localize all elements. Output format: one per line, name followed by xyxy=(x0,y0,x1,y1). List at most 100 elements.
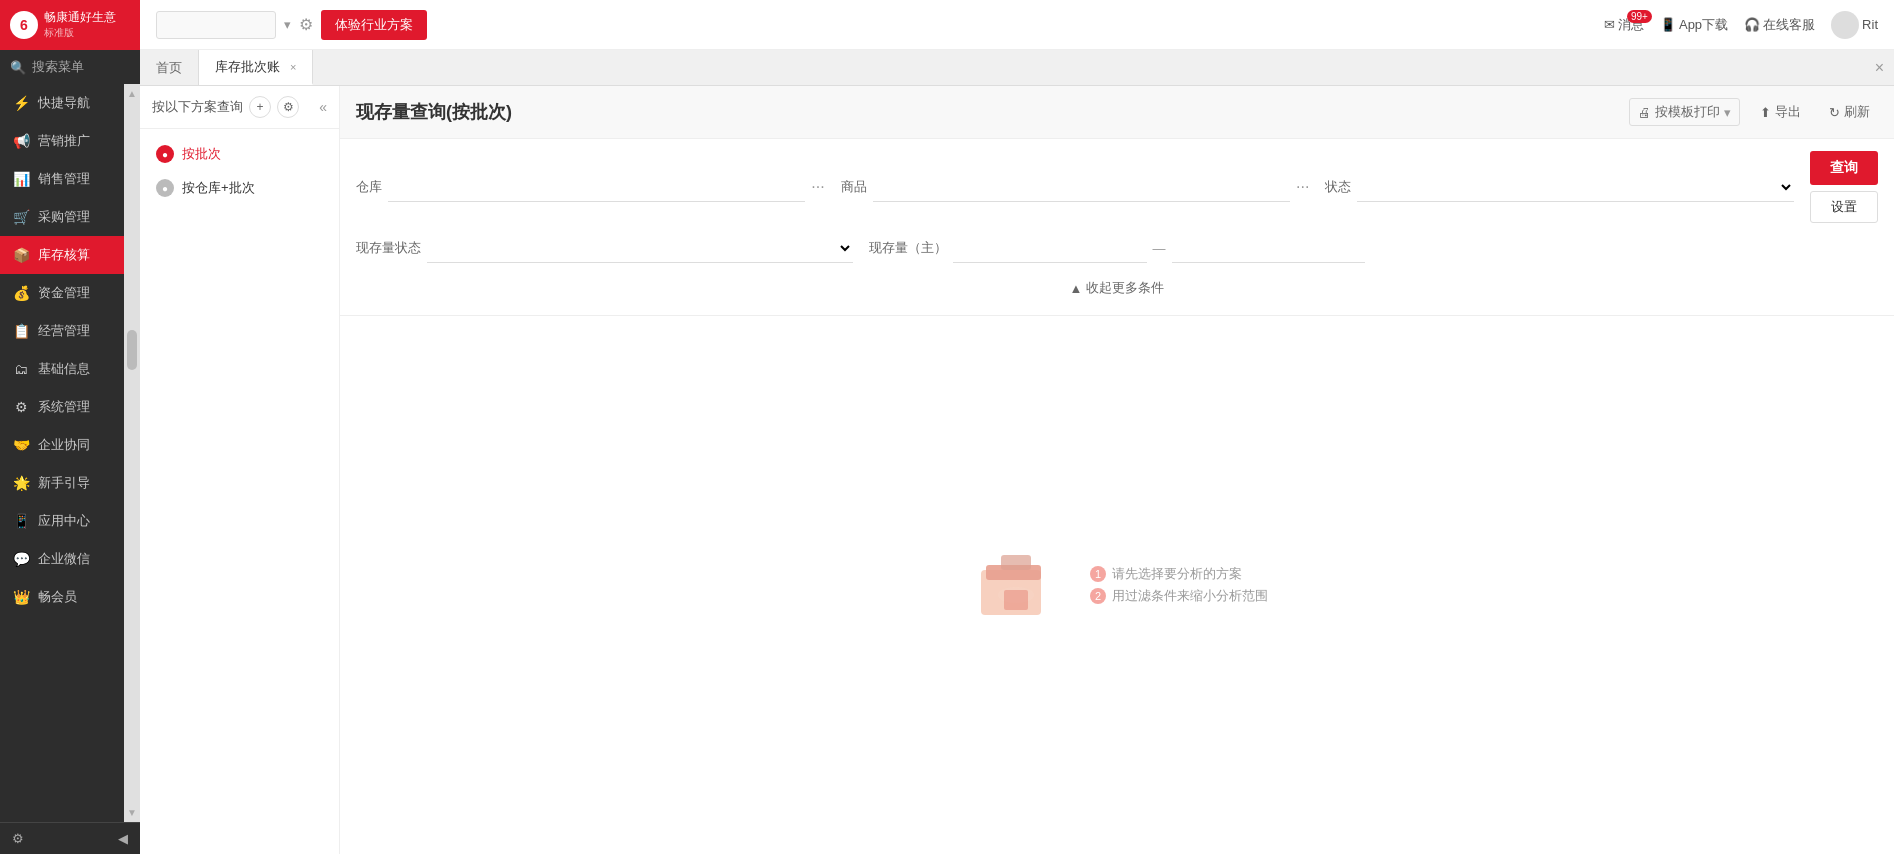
scheme-item-icon-red: ● xyxy=(156,145,174,163)
nav-icon-marketing: 📢 xyxy=(12,132,30,150)
sidebar-scrollbar: ▲ ▼ xyxy=(124,84,140,822)
scroll-down-btn[interactable]: ▼ xyxy=(123,803,140,822)
nav-label-basic: 基础信息 xyxy=(38,360,90,378)
sidebar-footer: ⚙ ◀ xyxy=(0,822,140,854)
panel-close-icon: × xyxy=(1875,59,1884,77)
query-btn[interactable]: 查询 xyxy=(1810,151,1878,185)
nav-label-wechat: 企业微信 xyxy=(38,550,90,568)
brand-name: 畅康通好生意 xyxy=(44,10,116,26)
sidebar: 6 畅康通好生意 标准版 🔍 搜索菜单 ⚡ 快捷导航 📢 营销推广 📊 销售管理… xyxy=(0,0,140,854)
scroll-up-btn[interactable]: ▲ xyxy=(123,84,140,103)
nav-label-inventory: 库存核算 xyxy=(38,246,90,264)
sidebar-item-sales[interactable]: 📊 销售管理 xyxy=(0,160,124,198)
status-select[interactable] xyxy=(1357,172,1794,202)
export-btn[interactable]: ⬆ 导出 xyxy=(1752,99,1809,125)
page-title: 现存量查询(按批次) xyxy=(356,100,1629,124)
nav-icon-wechat: 💬 xyxy=(12,550,30,568)
stock-qty-filter: 现存量（主） — xyxy=(869,233,1366,263)
nav-icon-finance: 💰 xyxy=(12,284,30,302)
sidebar-item-quick-nav[interactable]: ⚡ 快捷导航 xyxy=(0,84,124,122)
sidebar-item-system[interactable]: ⚙ 系统管理 xyxy=(0,388,124,426)
range-dash: — xyxy=(1153,241,1166,256)
topbar-search-input[interactable] xyxy=(156,11,276,39)
phone-icon: 📱 xyxy=(1660,17,1676,32)
sidebar-item-operation[interactable]: 📋 经营管理 xyxy=(0,312,124,350)
stock-qty-max-input[interactable] xyxy=(1172,233,1366,263)
sidebar-item-members[interactable]: 👑 畅会员 xyxy=(0,578,124,616)
refresh-label: 刷新 xyxy=(1844,103,1870,121)
settings-icon[interactable]: ⚙ xyxy=(12,831,24,846)
print-chevron-icon[interactable]: ▾ xyxy=(1724,105,1731,120)
main-area: ▾ ⚙ 体验行业方案 ✉ 消息 99+ 📱 App下载 🎧 在线客服 Rit xyxy=(140,0,1894,854)
scheme-item-by-warehouse-batch[interactable]: ● 按仓库+批次 xyxy=(140,171,339,205)
collapse-panel-btn[interactable]: « xyxy=(319,99,327,115)
sidebar-item-purchase[interactable]: 🛒 采购管理 xyxy=(0,198,124,236)
gear-icon: ⚙ xyxy=(283,100,294,114)
sidebar-search[interactable]: 🔍 搜索菜单 xyxy=(0,50,140,84)
add-icon: + xyxy=(256,100,263,114)
collapse-sidebar-icon[interactable]: ◀ xyxy=(118,831,128,846)
print-btn[interactable]: 🖨 按模板打印 ▾ xyxy=(1629,98,1740,126)
close-panel-btn[interactable]: × xyxy=(1865,50,1894,85)
filter-row-2: 现存量状态 现存量（主） — xyxy=(356,233,1878,263)
status-label: 状态 xyxy=(1325,178,1351,196)
chevron-up-icon: ▲ xyxy=(1070,281,1083,296)
sidebar-item-finance[interactable]: 💰 资金管理 xyxy=(0,274,124,312)
online-service-label: 在线客服 xyxy=(1763,16,1815,34)
nav-icon-system: ⚙ xyxy=(12,398,30,416)
settings-btn[interactable]: 设置 xyxy=(1810,191,1878,223)
content-area: 按以下方案查询 + ⚙ « ● 按批次 ● 按仓库+批次 xyxy=(140,86,1894,854)
warehouse-dots-icon[interactable]: ··· xyxy=(811,178,824,196)
product-dots-icon[interactable]: ··· xyxy=(1296,178,1309,196)
topbar-gear-icon[interactable]: ⚙ xyxy=(299,15,313,34)
tab-close-icon[interactable]: × xyxy=(290,61,296,73)
tab-inventory-batch[interactable]: 库存批次账 × xyxy=(199,50,313,85)
stock-status-select[interactable] xyxy=(427,233,853,263)
empty-illustration xyxy=(966,535,1066,635)
message-btn[interactable]: ✉ 消息 99+ xyxy=(1604,16,1644,34)
trial-btn[interactable]: 体验行业方案 xyxy=(321,10,427,40)
sidebar-header: 6 畅康通好生意 标准版 xyxy=(0,0,140,50)
empty-state: 1 请先选择要分析的方案 2 用过滤条件来缩小分析范围 xyxy=(340,316,1894,854)
refresh-btn[interactable]: ↻ 刷新 xyxy=(1821,99,1878,125)
product-filter: 商品 ··· xyxy=(841,172,1310,202)
sidebar-item-inventory[interactable]: 📦 库存核算 xyxy=(0,236,124,274)
print-icon: 🖨 xyxy=(1638,105,1651,120)
nav-label-marketing: 营销推广 xyxy=(38,132,90,150)
left-panel-header: 按以下方案查询 + ⚙ « xyxy=(140,86,339,129)
topbar: ▾ ⚙ 体验行业方案 ✉ 消息 99+ 📱 App下载 🎧 在线客服 Rit xyxy=(140,0,1894,50)
collapse-more-btn[interactable]: ▲ 收起更多条件 xyxy=(356,273,1878,303)
nav-label-appstore: 应用中心 xyxy=(38,512,90,530)
scheme-item-by-batch[interactable]: ● 按批次 xyxy=(140,137,339,171)
sidebar-item-basic[interactable]: 🗂 基础信息 xyxy=(0,350,124,388)
sidebar-item-appstore[interactable]: 📱 应用中心 xyxy=(0,502,124,540)
user-profile[interactable]: Rit xyxy=(1831,11,1878,39)
warehouse-filter: 仓库 ··· xyxy=(356,172,825,202)
message-badge: 99+ xyxy=(1627,10,1652,23)
sidebar-item-newbie[interactable]: 🌟 新手引导 xyxy=(0,464,124,502)
nav-label-operation: 经营管理 xyxy=(38,322,90,340)
product-input[interactable] xyxy=(873,172,1290,202)
filter-row-1: 仓库 ··· 商品 ··· 状态 xyxy=(356,151,1878,223)
user-name: Rit xyxy=(1862,17,1878,32)
warehouse-input[interactable] xyxy=(388,172,805,202)
scheme-settings-btn[interactable]: ⚙ xyxy=(277,96,299,118)
app-download-btn[interactable]: 📱 App下载 xyxy=(1660,16,1728,34)
add-scheme-btn[interactable]: + xyxy=(249,96,271,118)
nav-label-members: 畅会员 xyxy=(38,588,77,606)
sidebar-item-marketing[interactable]: 📢 营销推广 xyxy=(0,122,124,160)
stock-qty-min-input[interactable] xyxy=(953,233,1147,263)
step-2-icon: 2 xyxy=(1090,588,1106,604)
sidebar-item-wechat[interactable]: 💬 企业微信 xyxy=(0,540,124,578)
sidebar-item-enterprise[interactable]: 🤝 企业协同 xyxy=(0,426,124,464)
topbar-chevron-icon[interactable]: ▾ xyxy=(284,17,291,32)
nav-label-finance: 资金管理 xyxy=(38,284,90,302)
svg-rect-2 xyxy=(1001,555,1031,570)
nav-icon-appstore: 📱 xyxy=(12,512,30,530)
online-service-btn[interactable]: 🎧 在线客服 xyxy=(1744,16,1815,34)
empty-text: 1 请先选择要分析的方案 2 用过滤条件来缩小分析范围 xyxy=(1090,561,1268,609)
refresh-icon: ↻ xyxy=(1829,105,1840,120)
tab-inventory-batch-label: 库存批次账 xyxy=(215,58,280,76)
scroll-thumb xyxy=(127,330,137,370)
tab-home[interactable]: 首页 xyxy=(140,50,199,85)
